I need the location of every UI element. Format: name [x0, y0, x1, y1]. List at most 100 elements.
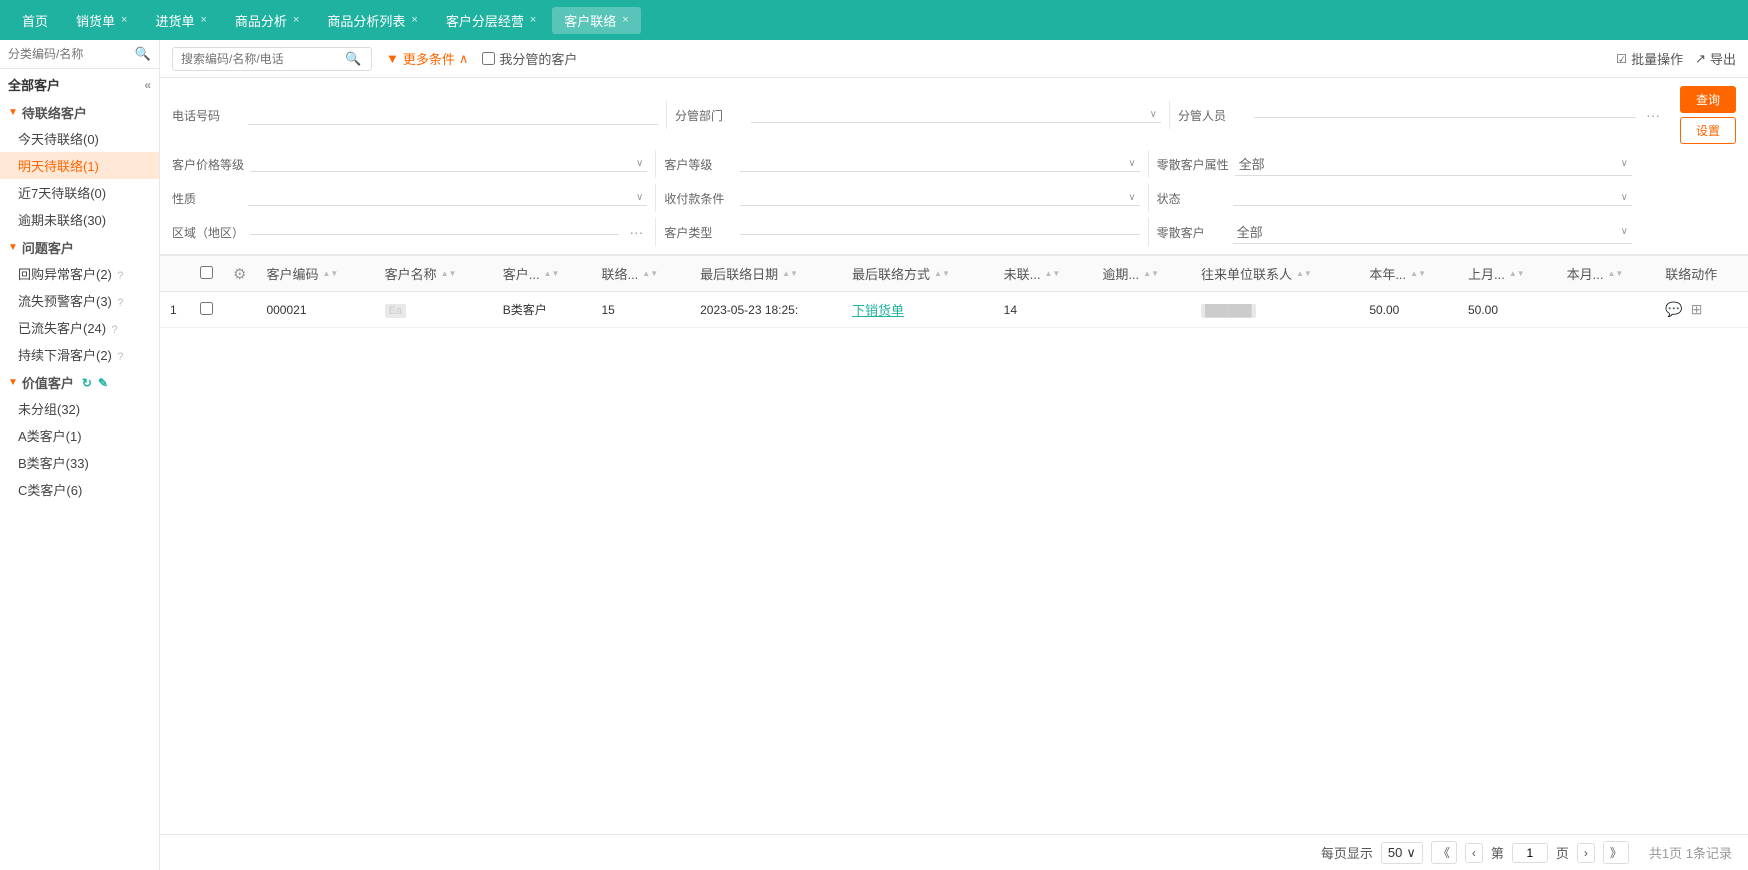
filter-retail-cust-select[interactable]: 全部 ∨: [1233, 220, 1632, 244]
sort-uncontact-icon[interactable]: ▲▼: [1045, 270, 1061, 278]
sort-this-month-icon[interactable]: ▲▼: [1607, 270, 1623, 278]
close-goods-analysis-list-icon[interactable]: ×: [411, 14, 417, 26]
filter-more-btn[interactable]: ▼ 更多条件 ∧: [380, 46, 474, 71]
nav-customer-contact[interactable]: 客户联络 ×: [552, 7, 640, 34]
select-all-checkbox[interactable]: [200, 266, 213, 279]
sidebar-item-lost[interactable]: 已流失客户(24) ?: [0, 314, 159, 341]
filter-dept-select[interactable]: ∨: [751, 107, 1161, 123]
close-customer-tier-icon[interactable]: ×: [530, 14, 536, 26]
sort-code-icon[interactable]: ▲▼: [322, 270, 338, 278]
filter-status-label: 状态: [1157, 190, 1227, 207]
filter-retail-attr-select[interactable]: 全部 ∨: [1235, 152, 1632, 176]
filter-payment-select[interactable]: ∨: [740, 190, 1139, 206]
refresh-value-icon[interactable]: ↻: [82, 376, 92, 390]
filter-cust-type-select[interactable]: [740, 230, 1139, 235]
col-partner-contact: 往来单位联系人 ▲▼: [1191, 256, 1359, 292]
cell-cust-type: B类客户: [493, 292, 592, 328]
cell-last-month: 50.00: [1458, 292, 1557, 328]
settings-button[interactable]: 设置: [1680, 117, 1736, 144]
sidebar-item-tomorrow[interactable]: 明天待联络(1): [0, 152, 159, 179]
my-customer-checkbox-area[interactable]: 我分管的客户: [482, 49, 577, 68]
close-purchase-icon[interactable]: ×: [200, 14, 206, 26]
sidebar-search-input[interactable]: [8, 47, 131, 61]
filter-region-dots[interactable]: ···: [625, 224, 647, 240]
sort-contact-icon[interactable]: ▲▼: [642, 270, 658, 278]
col-uncontact: 未联... ▲▼: [994, 256, 1093, 292]
sidebar-item-overdue-contact[interactable]: 逾期未联络(30): [0, 206, 159, 233]
close-goods-analysis-icon[interactable]: ×: [293, 14, 299, 26]
data-table: ⚙ 客户编码 ▲▼ 客户名称 ▲▼: [160, 255, 1748, 328]
query-button[interactable]: 查询: [1680, 86, 1736, 113]
nav-goods-analysis-list[interactable]: 商品分析列表 ×: [315, 7, 429, 34]
sidebar-item-declining[interactable]: 持续下滑客户(2) ?: [0, 341, 159, 368]
filter-cust-level-select[interactable]: ∨: [740, 156, 1139, 172]
edit-value-icon[interactable]: ✎: [98, 376, 108, 390]
filter-cust-level: 客户等级 ∨: [664, 156, 1139, 173]
filter-region-select[interactable]: [250, 230, 619, 235]
first-page-btn[interactable]: 《: [1431, 841, 1457, 864]
close-sales-icon[interactable]: ×: [121, 14, 127, 26]
sidebar-item-a-class[interactable]: A类客户(1): [0, 422, 159, 449]
sidebar: 🔍 全部客户 « ▼ 待联络客户 今天待联络(0) 明天待联络(1) 近7天待联…: [0, 40, 160, 870]
my-customer-checkbox[interactable]: [482, 52, 495, 65]
filter-person-select[interactable]: [1254, 113, 1636, 118]
grid-action-icon[interactable]: ⊞: [1691, 301, 1703, 318]
sort-this-year-icon[interactable]: ▲▼: [1410, 270, 1426, 278]
filter-price-level-select[interactable]: ∨: [250, 156, 647, 172]
nav-sales[interactable]: 销货单 ×: [64, 7, 139, 34]
batch-op-btn[interactable]: ☑ 批量操作: [1616, 49, 1683, 68]
export-btn[interactable]: ↗ 导出: [1695, 49, 1736, 68]
filter-divider-2: [1169, 101, 1170, 129]
cell-this-year: 50.00: [1359, 292, 1458, 328]
nav-home[interactable]: 首页: [10, 7, 60, 34]
row-checkbox[interactable]: [200, 302, 213, 315]
filter-status-select[interactable]: ∨: [1233, 190, 1632, 206]
sidebar-item-c-class[interactable]: C类客户(6): [0, 476, 159, 503]
next-page-btn[interactable]: ›: [1577, 843, 1595, 863]
sort-name-icon[interactable]: ▲▼: [441, 270, 457, 278]
all-customers-header[interactable]: 全部客户 «: [0, 69, 159, 98]
last-page-btn[interactable]: 》: [1603, 841, 1629, 864]
cell-check: [190, 292, 223, 328]
sort-overdue-icon[interactable]: ▲▼: [1143, 270, 1159, 278]
sort-partner-icon[interactable]: ▲▼: [1296, 270, 1312, 278]
close-customer-contact-icon[interactable]: ×: [622, 14, 628, 26]
sidebar-item-b-class[interactable]: B类客户(33): [0, 449, 159, 476]
page-number-input[interactable]: [1512, 843, 1548, 863]
sidebar-search-icon[interactable]: 🔍: [135, 46, 151, 62]
sort-cust-type-icon[interactable]: ▲▼: [544, 270, 560, 278]
page-size-select[interactable]: 50 ∨: [1381, 842, 1423, 864]
filter-nature-select[interactable]: ∨: [248, 190, 647, 206]
gear-icon[interactable]: ⚙: [233, 266, 246, 283]
nav-customer-tier[interactable]: 客户分层经营 ×: [434, 7, 548, 34]
filter-phone-input[interactable]: [248, 106, 658, 125]
filter-row-3: 性质 ∨ 收付款条件 ∨ 状态: [172, 184, 1736, 212]
filter-divider-4: [1148, 150, 1149, 178]
cell-name: Ea: [375, 292, 493, 328]
sidebar-item-repurchase-abnormal[interactable]: 回购异常客户(2) ?: [0, 260, 159, 287]
chat-action-icon[interactable]: 💬: [1665, 301, 1682, 318]
content-area: 🔍 ▼ 更多条件 ∧ 我分管的客户 ☑ 批量操作 ↗ 导出: [160, 40, 1748, 870]
contact-method-link[interactable]: 下销货单: [852, 303, 904, 318]
sidebar-item-ungrouped[interactable]: 未分组(32): [0, 395, 159, 422]
search-icon[interactable]: 🔍: [345, 51, 361, 67]
cell-contact: 15: [591, 292, 690, 328]
prev-page-btn[interactable]: ‹: [1465, 843, 1483, 863]
sidebar-item-today[interactable]: 今天待联络(0): [0, 125, 159, 152]
nav-purchase[interactable]: 进货单 ×: [143, 7, 218, 34]
sort-last-month-icon[interactable]: ▲▼: [1509, 270, 1525, 278]
sort-last-date-icon[interactable]: ▲▼: [782, 270, 798, 278]
search-input[interactable]: [181, 52, 341, 66]
triangle-icon-2: ▼: [8, 242, 18, 253]
payment-arrow: ∨: [1128, 192, 1135, 203]
filter-person-dots[interactable]: ···: [1642, 107, 1664, 123]
sort-last-method-icon[interactable]: ▲▼: [934, 270, 950, 278]
col-index: [160, 256, 190, 292]
nav-goods-analysis[interactable]: 商品分析 ×: [223, 7, 311, 34]
collapse-sidebar-icon[interactable]: «: [144, 78, 151, 92]
filter-region-label: 区域（地区）: [172, 224, 244, 241]
sidebar-item-lost-risk[interactable]: 流失预警客户(3) ?: [0, 287, 159, 314]
col-check: [190, 256, 223, 292]
sidebar-item-7days[interactable]: 近7天待联络(0): [0, 179, 159, 206]
triangle-icon-3: ▼: [8, 377, 18, 388]
